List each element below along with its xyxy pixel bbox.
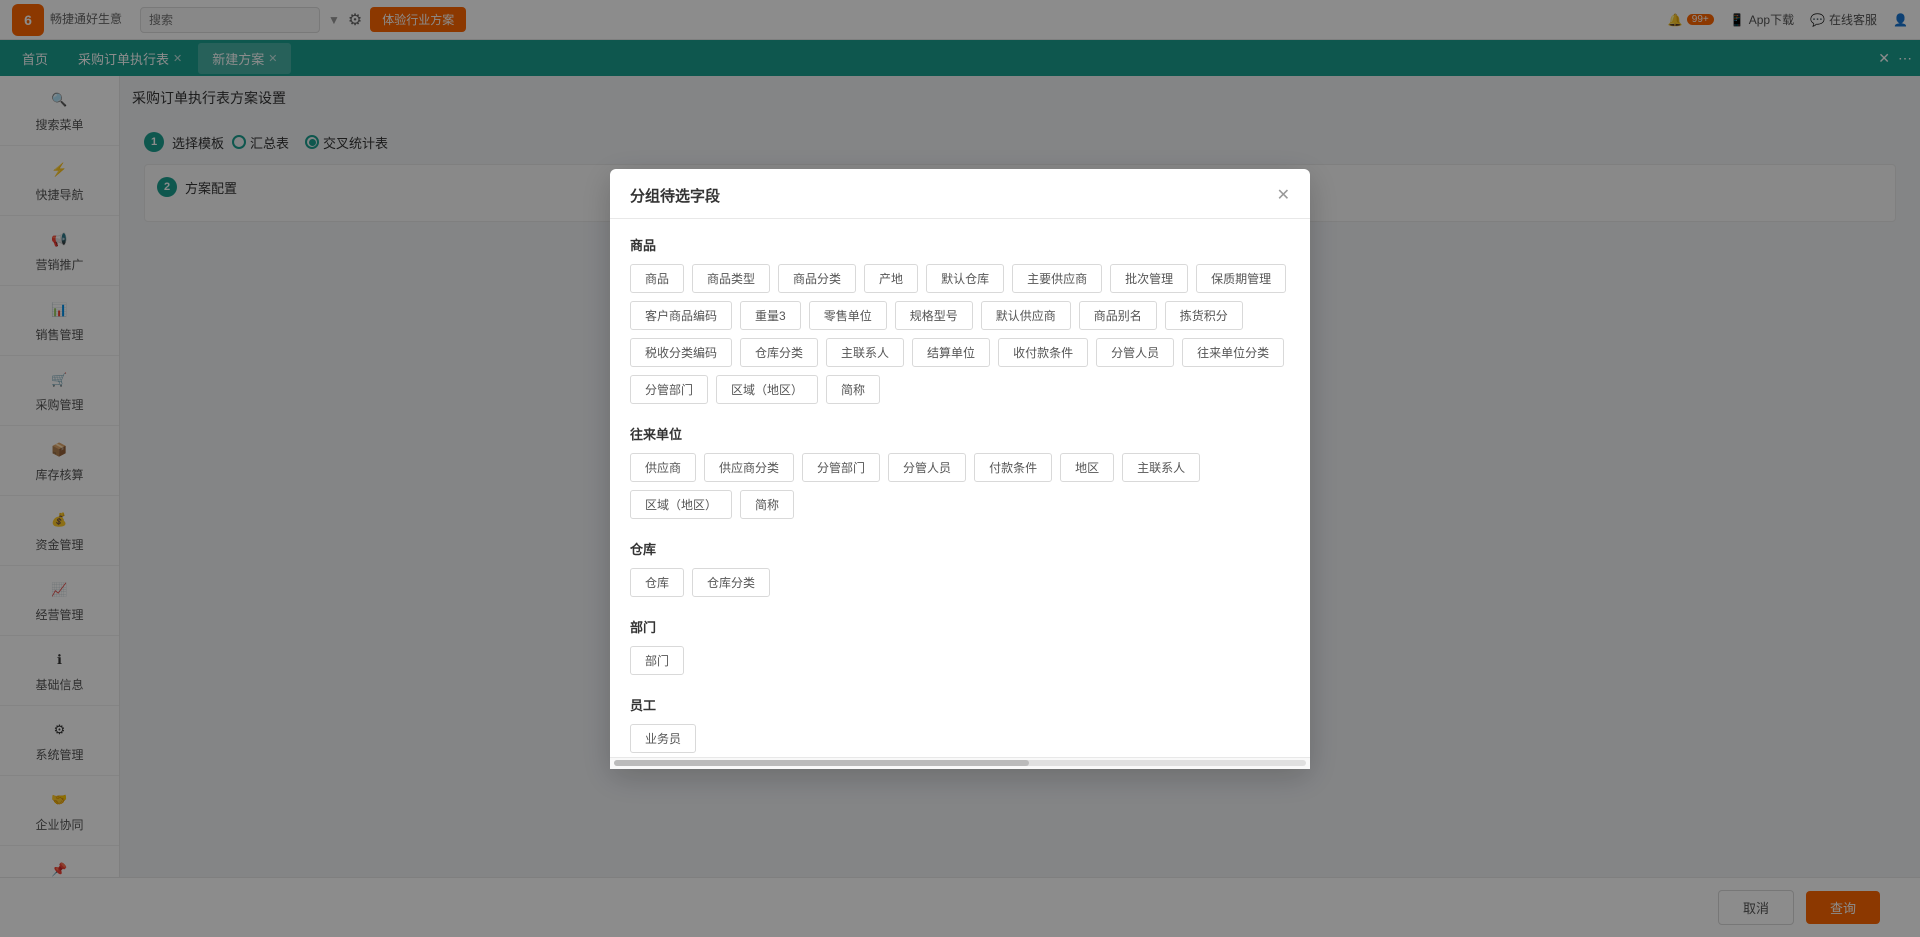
field-chip-0-12[interactable]: 默认供应商 (981, 301, 1071, 330)
field-chip-1-1[interactable]: 供应商分类 (704, 453, 794, 482)
section-title-4: 员工 (630, 695, 1290, 714)
field-chip-0-2[interactable]: 商品分类 (778, 264, 856, 293)
field-chip-0-24[interactable]: 简称 (826, 375, 880, 404)
field-chip-0-10[interactable]: 零售单位 (809, 301, 887, 330)
modal-overlay: 分组待选字段 ✕ 商品商品商品类型商品分类产地默认仓库主要供应商批次管理保质期管… (0, 0, 1920, 937)
field-chip-0-22[interactable]: 分管部门 (630, 375, 708, 404)
field-chip-0-1[interactable]: 商品类型 (692, 264, 770, 293)
field-chip-0-20[interactable]: 分管人员 (1096, 338, 1174, 367)
field-chip-0-0[interactable]: 商品 (630, 264, 684, 293)
field-chip-4-0[interactable]: 业务员 (630, 724, 696, 753)
field-chip-0-19[interactable]: 收付款条件 (998, 338, 1088, 367)
section-3: 部门部门 (630, 617, 1290, 675)
field-chip-0-3[interactable]: 产地 (864, 264, 918, 293)
field-chip-0-14[interactable]: 拣货积分 (1165, 301, 1243, 330)
modal-title: 分组待选字段 (630, 185, 720, 206)
field-chip-0-23[interactable]: 区域（地区） (716, 375, 818, 404)
field-chip-1-4[interactable]: 付款条件 (974, 453, 1052, 482)
field-chip-0-7[interactable]: 保质期管理 (1196, 264, 1286, 293)
field-chips-2: 仓库仓库分类 (630, 568, 1290, 597)
field-chips-0: 商品商品类型商品分类产地默认仓库主要供应商批次管理保质期管理客户商品编码重量3 零… (630, 264, 1290, 404)
field-chip-1-2[interactable]: 分管部门 (802, 453, 880, 482)
section-1: 往来单位供应商供应商分类分管部门分管人员付款条件地区主联系人区域（地区） 简称 (630, 424, 1290, 519)
field-chip-0-11[interactable]: 规格型号 (895, 301, 973, 330)
modal-body[interactable]: 商品商品商品类型商品分类产地默认仓库主要供应商批次管理保质期管理客户商品编码重量… (610, 219, 1310, 757)
section-4: 员工业务员 (630, 695, 1290, 753)
field-chip-0-9[interactable]: 重量3 (740, 301, 801, 330)
field-chip-0-16[interactable]: 仓库分类 (740, 338, 818, 367)
field-chip-1-7[interactable]: 区域（地区） (630, 490, 732, 519)
modal-close-button[interactable]: ✕ (1277, 185, 1290, 205)
field-chips-4: 业务员 (630, 724, 1290, 753)
field-chip-0-21[interactable]: 往来单位分类 (1182, 338, 1284, 367)
field-chip-1-0[interactable]: 供应商 (630, 453, 696, 482)
section-title-2: 仓库 (630, 539, 1290, 558)
field-chip-0-4[interactable]: 默认仓库 (926, 264, 1004, 293)
field-chip-0-13[interactable]: 商品别名 (1079, 301, 1157, 330)
field-chip-0-8[interactable]: 客户商品编码 (630, 301, 732, 330)
field-chips-1: 供应商供应商分类分管部门分管人员付款条件地区主联系人区域（地区） 简称 (630, 453, 1290, 519)
field-chips-3: 部门 (630, 646, 1290, 675)
field-chip-2-1[interactable]: 仓库分类 (692, 568, 770, 597)
field-chip-0-18[interactable]: 结算单位 (912, 338, 990, 367)
field-chip-0-6[interactable]: 批次管理 (1110, 264, 1188, 293)
field-chip-0-17[interactable]: 主联系人 (826, 338, 904, 367)
field-chip-0-15[interactable]: 税收分类编码 (630, 338, 732, 367)
field-chip-1-5[interactable]: 地区 (1060, 453, 1114, 482)
field-chip-1-3[interactable]: 分管人员 (888, 453, 966, 482)
section-title-0: 商品 (630, 235, 1290, 254)
section-title-1: 往来单位 (630, 424, 1290, 443)
field-chip-0-5[interactable]: 主要供应商 (1012, 264, 1102, 293)
section-0: 商品商品商品类型商品分类产地默认仓库主要供应商批次管理保质期管理客户商品编码重量… (630, 235, 1290, 404)
modal-header: 分组待选字段 ✕ (610, 169, 1310, 219)
section-2: 仓库仓库仓库分类 (630, 539, 1290, 597)
modal-horizontal-scrollbar[interactable] (610, 757, 1310, 769)
field-chip-1-8[interactable]: 简称 (740, 490, 794, 519)
field-chip-2-0[interactable]: 仓库 (630, 568, 684, 597)
modal-dialog: 分组待选字段 ✕ 商品商品商品类型商品分类产地默认仓库主要供应商批次管理保质期管… (610, 169, 1310, 769)
section-title-3: 部门 (630, 617, 1290, 636)
field-chip-1-6[interactable]: 主联系人 (1122, 453, 1200, 482)
field-chip-3-0[interactable]: 部门 (630, 646, 684, 675)
